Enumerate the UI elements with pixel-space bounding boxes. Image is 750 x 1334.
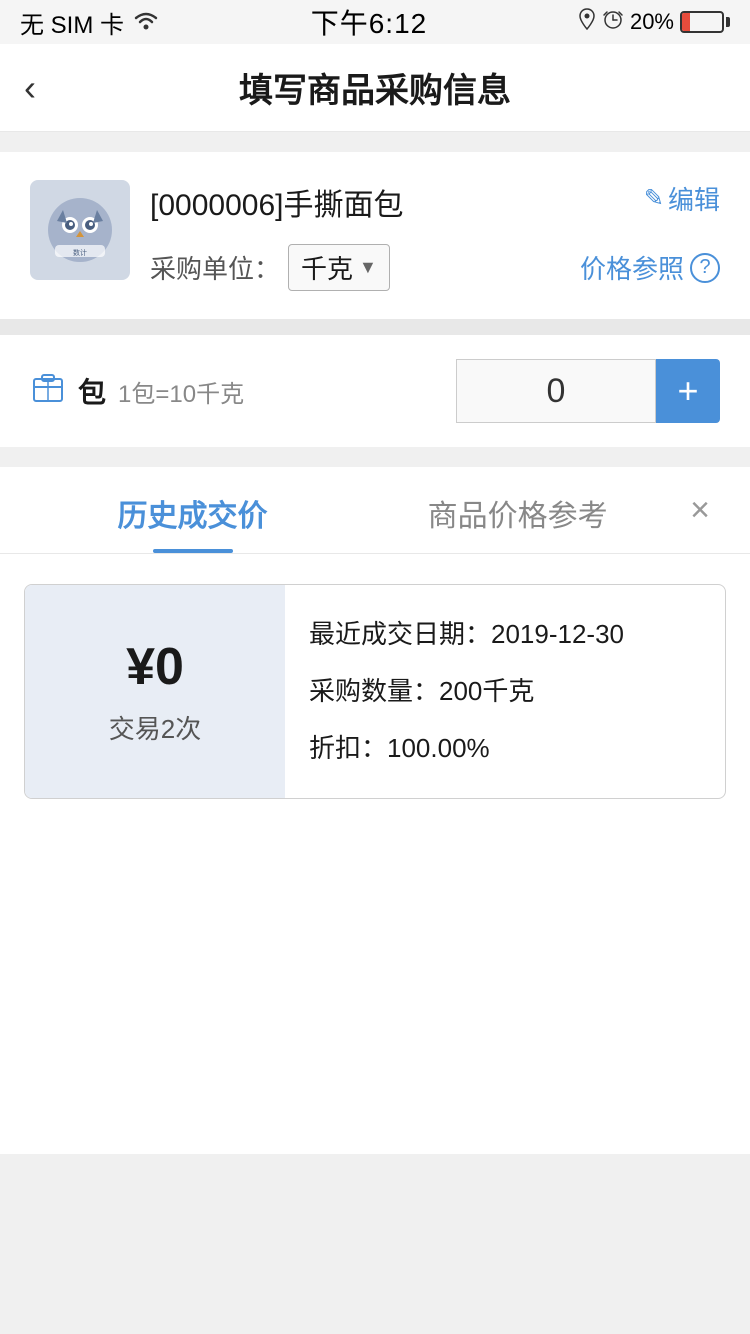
history-price-right: 最近成交日期：2019-12-30 采购数量：200千克 折扣：100.00% [285,585,725,798]
unit-dropdown[interactable]: 千克 ▼ [288,244,390,291]
currency-symbol: ¥ [126,638,155,696]
unit-value: 千克 [301,249,353,286]
location-icon [578,8,596,36]
tab-history-price[interactable]: 历史成交价 [30,467,355,553]
product-name-row: [0000006]手撕面包 ✎ 编辑 [150,180,720,224]
unit-label: 采购单位： 千克 ▼ [150,244,390,291]
price-ref-label: 价格参照 [580,249,684,286]
qty-input-group: + [456,359,720,423]
alarm-icon [602,8,624,36]
battery-indicator [680,11,730,33]
section-divider [0,319,750,335]
qty-sub-label: 1包=10千克 [118,374,244,409]
history-discount-value: 100.00% [387,733,490,763]
product-card: 数计 [0000006]手撕面包 ✎ 编辑 采购单位： 千克 ▼ 价格参照 ? [0,152,750,319]
history-qty-value: 200千克 [439,676,534,706]
package-icon [30,369,66,413]
history-date-value: 2019-12-30 [491,619,624,649]
history-price-card: ¥0 交易2次 最近成交日期：2019-12-30 采购数量：200千克 折扣：… [24,584,726,799]
tab-content: ¥0 交易2次 最近成交日期：2019-12-30 采购数量：200千克 折扣：… [0,554,750,1154]
tabs-container: 历史成交价 商品价格参考 × ¥0 交易2次 最近成交日期：2019-12-30… [0,467,750,1154]
price-ref-button[interactable]: 价格参照 ? [580,249,720,286]
status-left: 无 SIM 卡 [20,5,160,40]
status-right: 20% [578,8,730,36]
wifi-icon [132,8,160,37]
product-info: [0000006]手撕面包 ✎ 编辑 采购单位： 千克 ▼ 价格参照 ? [150,180,720,291]
history-qty-label: 采购数量： [309,676,439,706]
qty-label-group: 包 1包=10千克 [30,369,244,413]
quantity-row: 包 1包=10千克 + [0,335,750,447]
history-date-row: 最近成交日期：2019-12-30 [309,615,701,654]
product-logo: 数计 [45,195,115,265]
edit-icon: ✎ [644,184,664,213]
price-number: 0 [155,638,184,696]
status-bar: 无 SIM 卡 下午6:12 20 [0,0,750,44]
tabs-header: 历史成交价 商品价格参考 × [0,467,750,554]
history-price-value: ¥0 [126,637,184,697]
quantity-input[interactable] [456,359,656,423]
status-time: 下午6:12 [311,2,428,42]
price-ref-icon: ? [690,253,720,283]
no-sim-text: 无 SIM 卡 [20,5,124,40]
unit-text: 采购单位： [150,249,280,286]
history-trade-count: 交易2次 [109,709,201,746]
product-image: 数计 [30,180,130,280]
qty-unit-label: 包 [78,371,106,411]
tab-close-button[interactable]: × [680,491,720,530]
back-button[interactable]: ‹ [24,67,36,109]
svg-text:数计: 数计 [73,248,87,257]
history-discount-label: 折扣： [309,733,387,763]
edit-button[interactable]: ✎ 编辑 [644,180,720,217]
product-name: [0000006]手撕面包 [150,180,644,224]
nav-bar: ‹ 填写商品采购信息 [0,44,750,132]
battery-percent: 20% [630,9,674,35]
qty-plus-button[interactable]: + [656,359,720,423]
product-unit-row: 采购单位： 千克 ▼ 价格参照 ? [150,244,720,291]
history-discount-row: 折扣：100.00% [309,729,701,768]
history-price-left: ¥0 交易2次 [25,585,285,798]
tab-product-price-ref[interactable]: 商品价格参考 [355,467,680,553]
history-date-label: 最近成交日期： [309,619,491,649]
edit-label: 编辑 [668,180,720,217]
history-qty-row: 采购数量：200千克 [309,672,701,711]
page-title: 填写商品采购信息 [239,63,511,112]
dropdown-arrow-icon: ▼ [359,257,377,278]
